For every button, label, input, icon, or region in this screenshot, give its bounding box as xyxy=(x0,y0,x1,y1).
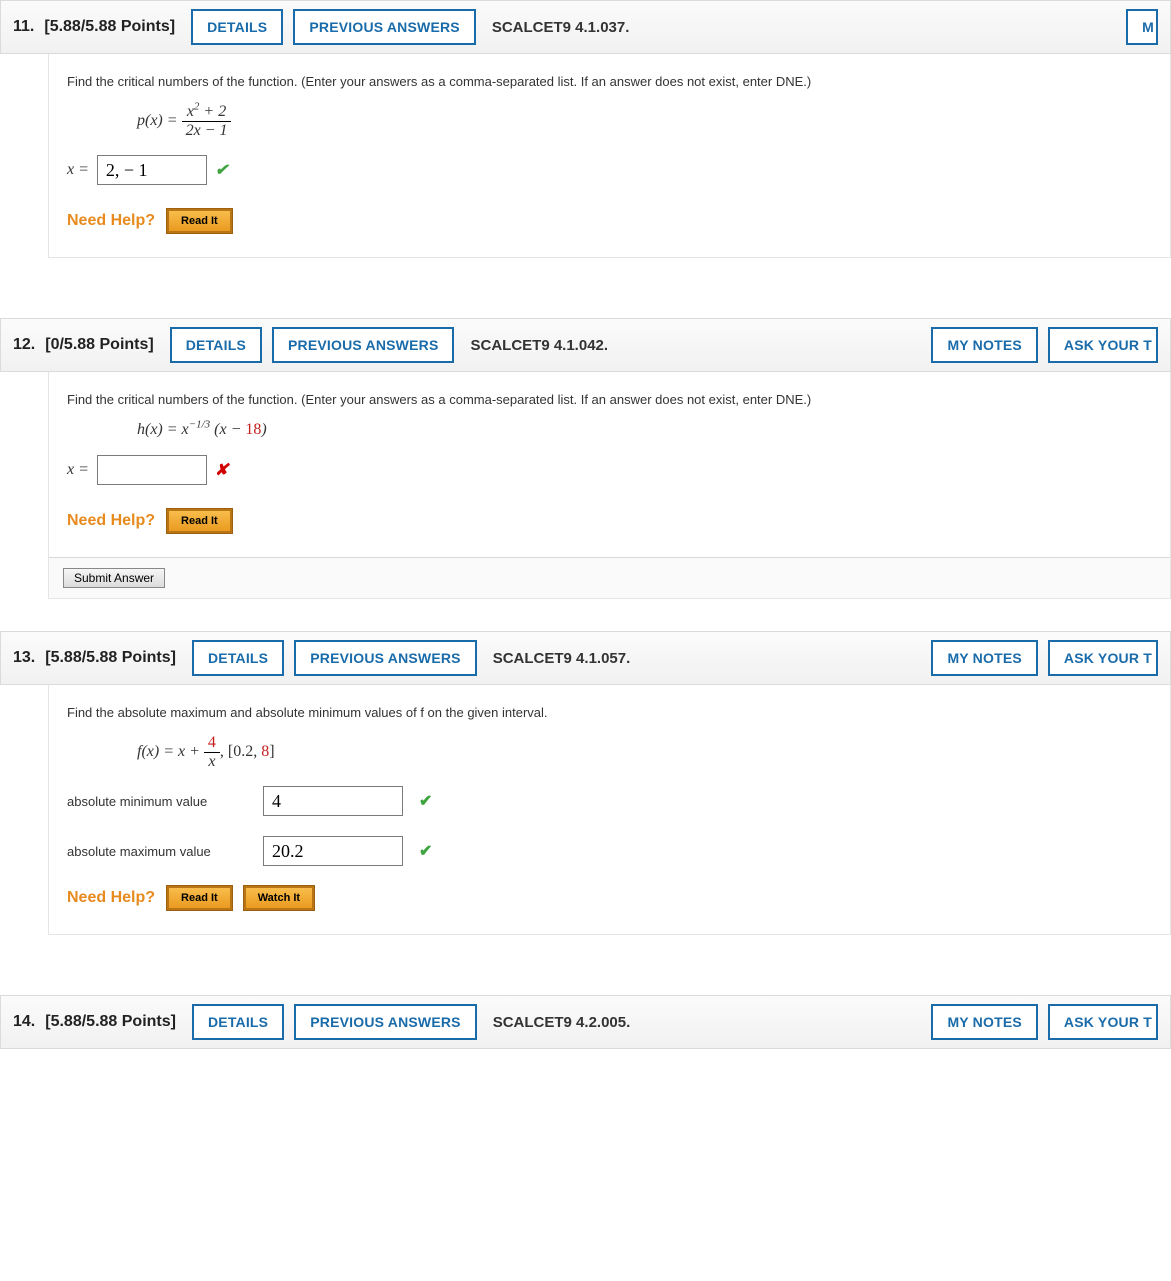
previous-answers-button[interactable]: PREVIOUS ANSWERS xyxy=(294,1004,476,1040)
read-it-button[interactable]: Read It xyxy=(167,886,232,910)
question-number: 13. xyxy=(13,649,35,667)
submit-answer-button[interactable]: Submit Answer xyxy=(63,568,165,588)
details-button[interactable]: DETAILS xyxy=(191,9,283,45)
question-body-12: Find the critical numbers of the functio… xyxy=(48,372,1171,599)
incorrect-icon: ✘ xyxy=(215,460,228,480)
question-points: [5.88/5.88 Points] xyxy=(45,649,176,667)
question-code: SCALCET9 4.1.057. xyxy=(493,650,631,667)
question-code: SCALCET9 4.2.005. xyxy=(493,1014,631,1031)
question-number: 12. xyxy=(13,336,35,354)
question-header-12: 12. [0/5.88 Points] DETAILS PREVIOUS ANS… xyxy=(0,318,1171,372)
previous-answers-button[interactable]: PREVIOUS ANSWERS xyxy=(272,327,454,363)
details-button[interactable]: DETAILS xyxy=(170,327,262,363)
question-points: [5.88/5.88 Points] xyxy=(44,18,175,36)
details-button[interactable]: DETAILS xyxy=(192,640,284,676)
question-points: [0/5.88 Points] xyxy=(45,336,153,354)
ask-teacher-button[interactable]: ASK YOUR T xyxy=(1048,327,1158,363)
read-it-button[interactable]: Read It xyxy=(167,209,232,233)
question-code: SCALCET9 4.1.037. xyxy=(492,19,630,36)
min-value-input[interactable] xyxy=(263,786,403,816)
my-notes-button[interactable]: MY NOTES xyxy=(931,1004,1037,1040)
details-button[interactable]: DETAILS xyxy=(192,1004,284,1040)
need-help-label: Need Help? xyxy=(67,889,155,907)
answer-input[interactable] xyxy=(97,155,207,185)
need-help-row: Need Help? Read It Watch It xyxy=(67,886,1152,910)
answer-input[interactable] xyxy=(97,455,207,485)
my-notes-button[interactable]: M xyxy=(1126,9,1158,45)
need-help-label: Need Help? xyxy=(67,212,155,230)
need-help-row: Need Help? Read It xyxy=(67,209,1152,233)
min-value-label: absolute minimum value xyxy=(67,794,247,809)
question-header-11: 11. [5.88/5.88 Points] DETAILS PREVIOUS … xyxy=(0,0,1171,54)
max-value-input[interactable] xyxy=(263,836,403,866)
question-number: 11. xyxy=(13,18,34,36)
submit-bar: Submit Answer xyxy=(49,557,1170,598)
question-formula: f(x) = x + 4 x , [0.2, 8] xyxy=(137,734,1152,770)
previous-answers-button[interactable]: PREVIOUS ANSWERS xyxy=(293,9,475,45)
question-formula: h(x) = x−1/3 (x − 18) xyxy=(137,421,1152,439)
question-body-13: Find the absolute maximum and absolute m… xyxy=(48,685,1171,935)
question-body-11: Find the critical numbers of the functio… xyxy=(48,54,1171,258)
question-code: SCALCET9 4.1.042. xyxy=(470,337,608,354)
need-help-label: Need Help? xyxy=(67,512,155,530)
question-number: 14. xyxy=(13,1013,35,1031)
correct-icon: ✔ xyxy=(215,160,228,180)
correct-icon: ✔ xyxy=(419,791,432,811)
need-help-row: Need Help? Read It xyxy=(67,509,1152,533)
question-points: [5.88/5.88 Points] xyxy=(45,1013,176,1031)
answer-label: x = xyxy=(67,461,89,479)
ask-teacher-button[interactable]: ASK YOUR T xyxy=(1048,1004,1158,1040)
question-formula: p(x) = x2 + 2 2x − 1 xyxy=(137,103,1152,139)
read-it-button[interactable]: Read It xyxy=(167,509,232,533)
question-prompt: Find the critical numbers of the functio… xyxy=(67,74,1152,89)
watch-it-button[interactable]: Watch It xyxy=(244,886,314,910)
question-prompt: Find the critical numbers of the functio… xyxy=(67,392,1152,407)
question-prompt: Find the absolute maximum and absolute m… xyxy=(67,705,1152,720)
correct-icon: ✔ xyxy=(419,841,432,861)
max-value-label: absolute maximum value xyxy=(67,844,247,859)
previous-answers-button[interactable]: PREVIOUS ANSWERS xyxy=(294,640,476,676)
my-notes-button[interactable]: MY NOTES xyxy=(931,640,1037,676)
question-header-14: 14. [5.88/5.88 Points] DETAILS PREVIOUS … xyxy=(0,995,1171,1049)
my-notes-button[interactable]: MY NOTES xyxy=(931,327,1037,363)
answer-label: x = xyxy=(67,161,89,179)
question-header-13: 13. [5.88/5.88 Points] DETAILS PREVIOUS … xyxy=(0,631,1171,685)
ask-teacher-button[interactable]: ASK YOUR T xyxy=(1048,640,1158,676)
